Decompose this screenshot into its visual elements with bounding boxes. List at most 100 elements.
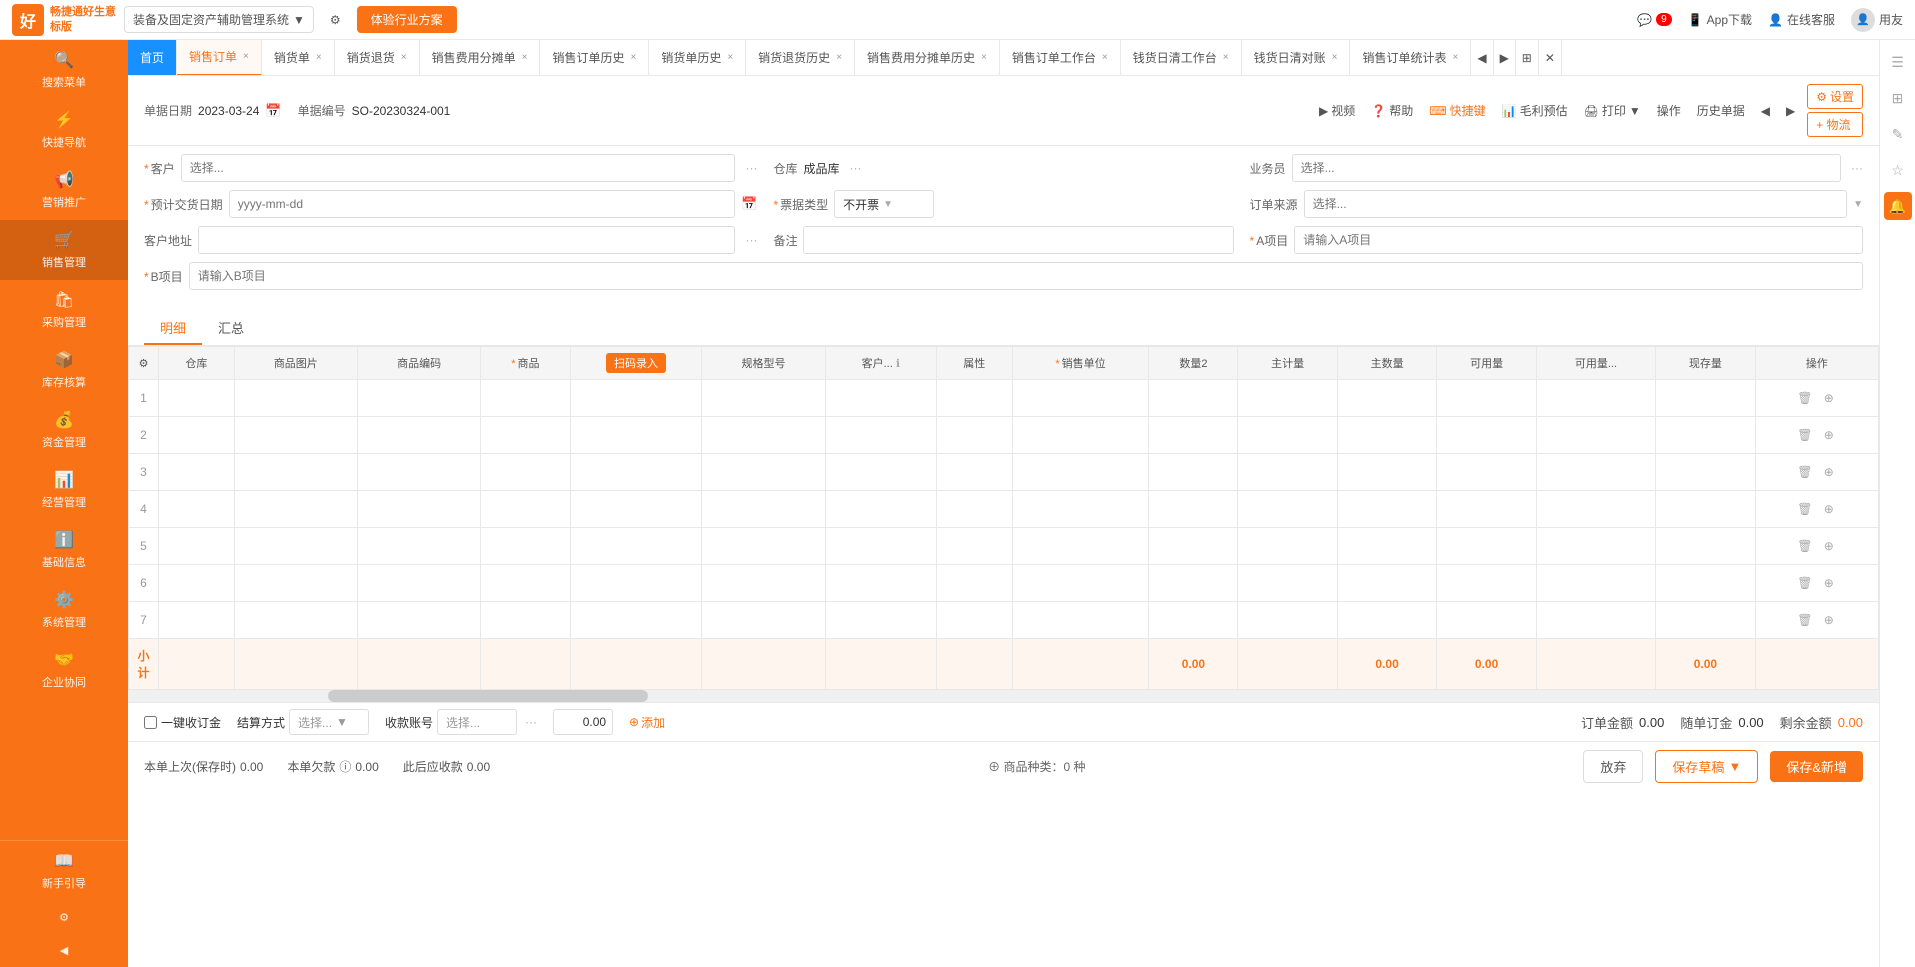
tab-sales-slip[interactable]: 销货单 × [262,40,335,76]
online-service-item[interactable]: 👤 在线客服 [1768,11,1835,28]
sidebar-item-basic[interactable]: ℹ️ 基础信息 [0,520,128,580]
tab-cash-workbench[interactable]: 钱货日清工作台 × [1121,40,1242,76]
remarks-input[interactable] [803,226,1233,254]
close-icon[interactable]: × [1223,52,1229,63]
staff-input[interactable] [1292,154,1841,182]
sidebar-item-cooperation[interactable]: 🤝 企业协同 [0,640,128,700]
close-icon[interactable]: × [316,52,322,63]
delivery-calendar-icon[interactable]: 📅 [741,196,757,212]
right-icon-grid[interactable]: ⊞ [1884,84,1912,112]
view-btn[interactable]: ▶ 视频 [1315,100,1359,121]
delete-icon[interactable]: 🗑 [1795,610,1815,630]
right-icon-star[interactable]: ☆ [1884,156,1912,184]
tab-sales-return-history[interactable]: 销货退货历史 × [746,40,855,76]
tab-sales-slip-history[interactable]: 销货单历史 × [649,40,746,76]
discard-button[interactable]: 放弃 [1583,750,1643,783]
history-btn[interactable]: 历史单据 [1693,100,1749,121]
tab-prev-btn[interactable]: ◀ [1471,40,1493,76]
right-icon-edit[interactable]: ✎ [1884,120,1912,148]
tab-expense-history[interactable]: 销售费用分摊单历史 × [855,40,1000,76]
customer-input[interactable] [181,154,736,182]
scroll-thumb[interactable] [328,690,648,702]
quick-order-checkbox[interactable]: 一键收订金 [144,714,221,731]
account-more-icon[interactable]: ··· [525,715,537,729]
sidebar-item-search[interactable]: 🔍 搜索菜单 [0,40,128,100]
quick-order-check[interactable] [144,716,157,729]
message-icon-area[interactable]: 💬 9 [1637,13,1672,27]
scan-button[interactable]: 扫码录入 [606,353,666,373]
sidebar-collapse-btn[interactable]: ◀ [0,934,128,967]
a-project-input[interactable] [1294,226,1863,254]
tab-next-btn[interactable]: ▶ [1494,40,1516,76]
copy-icon[interactable]: ⊕ [1819,425,1839,445]
profit-btn[interactable]: 📊 毛利预估 [1498,100,1572,121]
calendar-icon[interactable]: 📅 [265,103,281,119]
close-icon[interactable]: × [1332,52,1338,63]
copy-icon[interactable]: ⊕ [1819,610,1839,630]
right-icon-notification[interactable]: 🔔 [1884,192,1912,220]
operations-btn[interactable]: 操作 [1653,100,1685,121]
sidebar-item-nav[interactable]: ⚡ 快捷导航 [0,100,128,160]
table-scroll[interactable]: ⚙ 仓库 商品图片 商品编码 商品 扫码录入 规格型号 客户... [128,346,1879,690]
close-icon[interactable]: × [630,52,636,63]
app-download-item[interactable]: 📱 App下载 [1688,11,1752,28]
tab-summary[interactable]: 汇总 [202,312,260,345]
sidebar-item-inventory[interactable]: 📦 库存核算 [0,340,128,400]
add-btn[interactable]: ⊕ 添加 [629,714,665,731]
delete-icon[interactable]: 🗑 [1795,425,1815,445]
save-draft-button[interactable]: 保存草稿 ▼ [1655,750,1758,783]
add-material-btn[interactable]: + 物流 [1807,112,1863,137]
sidebar-item-finance[interactable]: 💰 资金管理 [0,400,128,460]
account-select[interactable]: 选择... [437,709,517,735]
warehouse-more-icon[interactable]: ··· [849,161,861,175]
sidebar-item-purchase[interactable]: 🛍 采购管理 [0,280,128,340]
b-project-input[interactable] [189,262,1863,290]
right-icon-list[interactable]: ☰ [1884,48,1912,76]
sidebar-item-sales[interactable]: 🛒 销售管理 [0,220,128,280]
sidebar-item-management[interactable]: 📊 经营管理 [0,460,128,520]
amount-input[interactable] [553,709,613,735]
address-more-icon[interactable]: ··· [745,233,757,247]
invoice-type-select[interactable]: 不开票 ▼ [834,190,934,218]
tab-cash-reconcile[interactable]: 钱货日清对账 × [1242,40,1351,76]
copy-icon[interactable]: ⊕ [1819,536,1839,556]
close-icon[interactable]: × [836,52,842,63]
copy-icon[interactable]: ⊕ [1819,499,1839,519]
nav-prev-btn[interactable]: ◀ [1757,102,1774,120]
close-icon[interactable]: × [522,52,528,63]
delivery-date-input[interactable] [229,190,736,218]
delete-icon[interactable]: 🗑 [1795,388,1815,408]
delete-icon[interactable]: 🗑 [1795,499,1815,519]
tab-expand-btn[interactable]: ⊞ [1516,40,1539,76]
tab-sales-expense[interactable]: 销售费用分摊单 × [420,40,541,76]
close-icon[interactable]: × [727,52,733,63]
delete-icon[interactable]: 🗑 [1795,462,1815,482]
horizontal-scrollbar[interactable] [128,690,1879,702]
copy-icon[interactable]: ⊕ [1819,462,1839,482]
help-btn[interactable]: ❓ 帮助 [1367,100,1417,121]
industry-button[interactable]: 体验行业方案 [357,6,457,33]
user-area[interactable]: 👤 用友 [1851,8,1903,32]
delete-icon[interactable]: 🗑 [1795,573,1815,593]
shortcut-btn[interactable]: ⌨ 快捷键 [1425,100,1489,121]
close-icon[interactable]: × [243,51,249,62]
payment-select[interactable]: 选择... ▼ [289,709,369,735]
print-btn[interactable]: 🖨 打印 ▼ [1580,100,1645,121]
close-icon[interactable]: × [1102,52,1108,63]
order-source-input[interactable] [1304,190,1848,218]
tab-sales-stats[interactable]: 销售订单统计表 × [1350,40,1471,76]
customer-more-icon[interactable]: ··· [745,161,757,175]
staff-more-icon[interactable]: ··· [1851,161,1863,175]
sidebar-settings-btn[interactable]: ⚙ [0,901,128,934]
tab-detail[interactable]: 明细 [144,312,202,345]
address-input[interactable] [198,226,735,254]
sidebar-item-guide[interactable]: 📖 新手引导 [0,841,128,901]
sidebar-item-system[interactable]: ⚙️ 系统管理 [0,580,128,640]
tab-sales-order[interactable]: 销售订单 × [177,40,262,76]
close-icon[interactable]: × [401,52,407,63]
close-icon[interactable]: × [1452,52,1458,63]
copy-icon[interactable]: ⊕ [1819,388,1839,408]
tab-home[interactable]: 首页 [128,40,177,76]
tab-sales-return[interactable]: 销货退货 × [335,40,420,76]
nav-next-btn[interactable]: ▶ [1782,102,1799,120]
